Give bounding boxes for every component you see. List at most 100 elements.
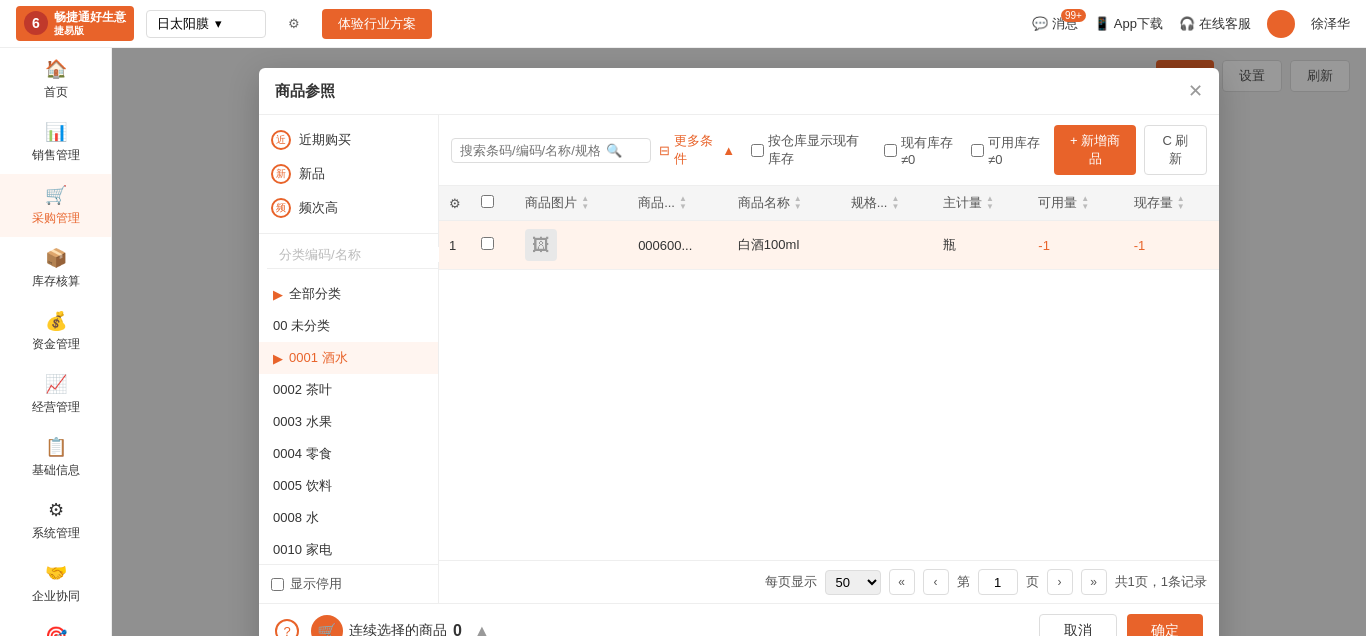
td-name: 白酒100ml <box>728 221 841 270</box>
more-filter-button[interactable]: ⊟ 更多条件 ▲ <box>659 132 735 168</box>
sidebar-label-system: 系统管理 <box>32 525 80 542</box>
cat-item-snack[interactable]: 0004 零食 <box>259 438 438 470</box>
check-stock-not-zero[interactable]: 现有库存≠0 <box>884 134 959 167</box>
footer-buttons: 取消 确定 <box>1039 614 1203 636</box>
filter-checkboxes: 按仓库显示现有库存 现有库存≠0 可用库存≠0 <box>751 132 1046 168</box>
quick-btn-recent[interactable]: 近 近期购买 <box>259 123 438 157</box>
confirm-button[interactable]: 确定 <box>1127 614 1203 636</box>
trial-button[interactable]: 体验行业方案 <box>322 9 432 39</box>
help-button[interactable]: ? <box>275 619 299 636</box>
quick-label-recent: 近期购买 <box>299 131 351 149</box>
sort-stock[interactable]: 现存量 ▲▼ <box>1134 194 1209 212</box>
message-icon: 💬 <box>1032 16 1048 31</box>
gear-button[interactable]: ⚙ <box>278 8 310 40</box>
quick-btn-new[interactable]: 新 新品 <box>259 157 438 191</box>
td-image: 🖼 <box>515 221 628 270</box>
messages-button[interactable]: 💬 消息 99+ <box>1032 15 1078 33</box>
topbar: 6 畅捷通好生意 捷易版 日太阳膜 ▾ ⚙ 体验行业方案 💬 消息 99+ 📱 … <box>0 0 1366 48</box>
more-filter-label: 更多条件 <box>674 132 718 168</box>
sidebar-item-system[interactable]: ⚙ 系统管理 <box>0 489 111 552</box>
sort-arrows-stock: ▲▼ <box>1177 195 1185 211</box>
cart-area: 🛒 连续选择的商品 0 <box>311 615 462 636</box>
cancel-button[interactable]: 取消 <box>1039 614 1117 636</box>
sidebar-label-basic-info: 基础信息 <box>32 462 80 479</box>
cat-item-unclassified[interactable]: 00 未分类 <box>259 310 438 342</box>
check-usable-not-zero-input[interactable] <box>971 144 984 157</box>
sidebar-item-finance[interactable]: 💰 资金管理 <box>0 300 111 363</box>
sort-unit[interactable]: 主计量 ▲▼ <box>943 194 1018 212</box>
table-header-row: ⚙ 商品图片 ▲▼ <box>439 186 1219 221</box>
sidebar-item-corp[interactable]: 🤝 企业协同 <box>0 552 111 615</box>
product-search-input[interactable] <box>460 143 600 158</box>
sort-code[interactable]: 商品... ▲▼ <box>638 194 718 212</box>
sidebar-item-operations[interactable]: 📈 经营管理 <box>0 363 111 426</box>
show-disabled-checkbox[interactable]: 显示停用 <box>259 564 438 603</box>
check-by-warehouse[interactable]: 按仓库显示现有库存 <box>751 132 872 168</box>
online-service-button[interactable]: 🎧 在线客服 <box>1179 15 1251 33</box>
table-row[interactable]: 1 🖼 000600... 白酒100ml <box>439 221 1219 270</box>
next-page-button[interactable]: › <box>1047 569 1073 595</box>
th-checkbox <box>471 186 515 221</box>
th-name: 商品名称 ▲▼ <box>728 186 841 221</box>
last-page-button[interactable]: » <box>1081 569 1107 595</box>
sort-spec[interactable]: 规格... ▲▼ <box>851 194 923 212</box>
quick-btn-frequent[interactable]: 频 频次高 <box>259 191 438 225</box>
app-download-label: App下载 <box>1114 15 1163 33</box>
check-usable-not-zero[interactable]: 可用库存≠0 <box>971 134 1046 167</box>
footer-collapse-button[interactable]: ▲ <box>474 622 490 636</box>
phone-icon: 📱 <box>1094 16 1110 31</box>
frequent-icon: 频 <box>271 198 291 218</box>
refresh-product-button[interactable]: C 刷新 <box>1144 125 1207 175</box>
filter-bar: 🔍 ⊟ 更多条件 ▲ 按仓库显示现有库存 <box>439 115 1219 186</box>
disabled-checkbox[interactable] <box>271 578 284 591</box>
table-settings-icon[interactable]: ⚙ <box>449 196 461 211</box>
sidebar-item-home[interactable]: 🏠 首页 <box>0 48 111 111</box>
add-product-button[interactable]: + 新增商品 <box>1054 125 1136 175</box>
sort-image[interactable]: 商品图片 ▲▼ <box>525 194 618 212</box>
cat-item-fruit[interactable]: 0003 水果 <box>259 406 438 438</box>
page-label: 第 <box>957 573 970 591</box>
th-usable: 可用量 ▲▼ <box>1028 186 1123 221</box>
page-number-input[interactable] <box>978 569 1018 595</box>
cart-count: 0 <box>453 622 462 636</box>
cat-label-fruit: 0003 水果 <box>273 413 332 431</box>
cat-item-all[interactable]: ▶ 全部分类 <box>259 278 438 310</box>
first-page-button[interactable]: « <box>889 569 915 595</box>
content-panel: 🔍 ⊟ 更多条件 ▲ 按仓库显示现有库存 <box>439 115 1219 603</box>
product-search-icon[interactable]: 🔍 <box>606 143 622 158</box>
sort-name[interactable]: 商品名称 ▲▼ <box>738 194 831 212</box>
category-search-input[interactable] <box>279 247 447 262</box>
sidebar-item-sales[interactable]: 📊 销售管理 <box>0 111 111 174</box>
sidebar-item-purchase[interactable]: 🛒 采购管理 <box>0 174 111 237</box>
check-by-warehouse-input[interactable] <box>751 144 764 157</box>
category-panel: 近 近期购买 新 新品 频 频次高 <box>259 115 439 603</box>
sidebar-item-guide[interactable]: 🎯 新手引导 <box>0 615 111 636</box>
quick-label-new: 新品 <box>299 165 325 183</box>
filter-chevron-icon: ▲ <box>722 143 735 158</box>
cat-label-all: 全部分类 <box>289 285 341 303</box>
check-stock-not-zero-input[interactable] <box>884 144 897 157</box>
modal-title: 商品参照 <box>275 82 335 101</box>
sort-usable[interactable]: 可用量 ▲▼ <box>1038 194 1113 212</box>
cat-item-beverage[interactable]: 0005 饮料 <box>259 470 438 502</box>
cat-label-water: 0008 水 <box>273 509 319 527</box>
app-download-button[interactable]: 📱 App下载 <box>1094 15 1163 33</box>
prev-page-button[interactable]: ‹ <box>923 569 949 595</box>
row-checkbox-1[interactable] <box>481 237 494 250</box>
page-size-label: 每页显示 <box>765 573 817 591</box>
modal-close-button[interactable]: ✕ <box>1188 80 1203 102</box>
store-selector[interactable]: 日太阳膜 ▾ <box>146 10 266 38</box>
cat-item-water[interactable]: 0008 水 <box>259 502 438 534</box>
cat-item-liquor[interactable]: ▶ 0001 酒水 <box>259 342 438 374</box>
cat-item-appliance[interactable]: 0010 家电 <box>259 534 438 564</box>
cart-icon[interactable]: 🛒 <box>311 615 343 636</box>
cat-item-tea[interactable]: 0002 茶叶 <box>259 374 438 406</box>
product-thumbnail: 🖼 <box>525 229 557 261</box>
main-layout: 🏠 首页 📊 销售管理 🛒 采购管理 📦 库存核算 💰 资金管理 📈 经营管理 … <box>0 48 1366 636</box>
select-all-checkbox[interactable] <box>481 195 494 208</box>
page-size-select[interactable]: 10 20 50 100 <box>825 570 881 595</box>
sidebar-item-inventory[interactable]: 📦 库存核算 <box>0 237 111 300</box>
product-modal: 商品参照 ✕ 近 近期购买 新 新 <box>259 68 1219 636</box>
online-service-label: 在线客服 <box>1199 15 1251 33</box>
sidebar-item-basic-info[interactable]: 📋 基础信息 <box>0 426 111 489</box>
